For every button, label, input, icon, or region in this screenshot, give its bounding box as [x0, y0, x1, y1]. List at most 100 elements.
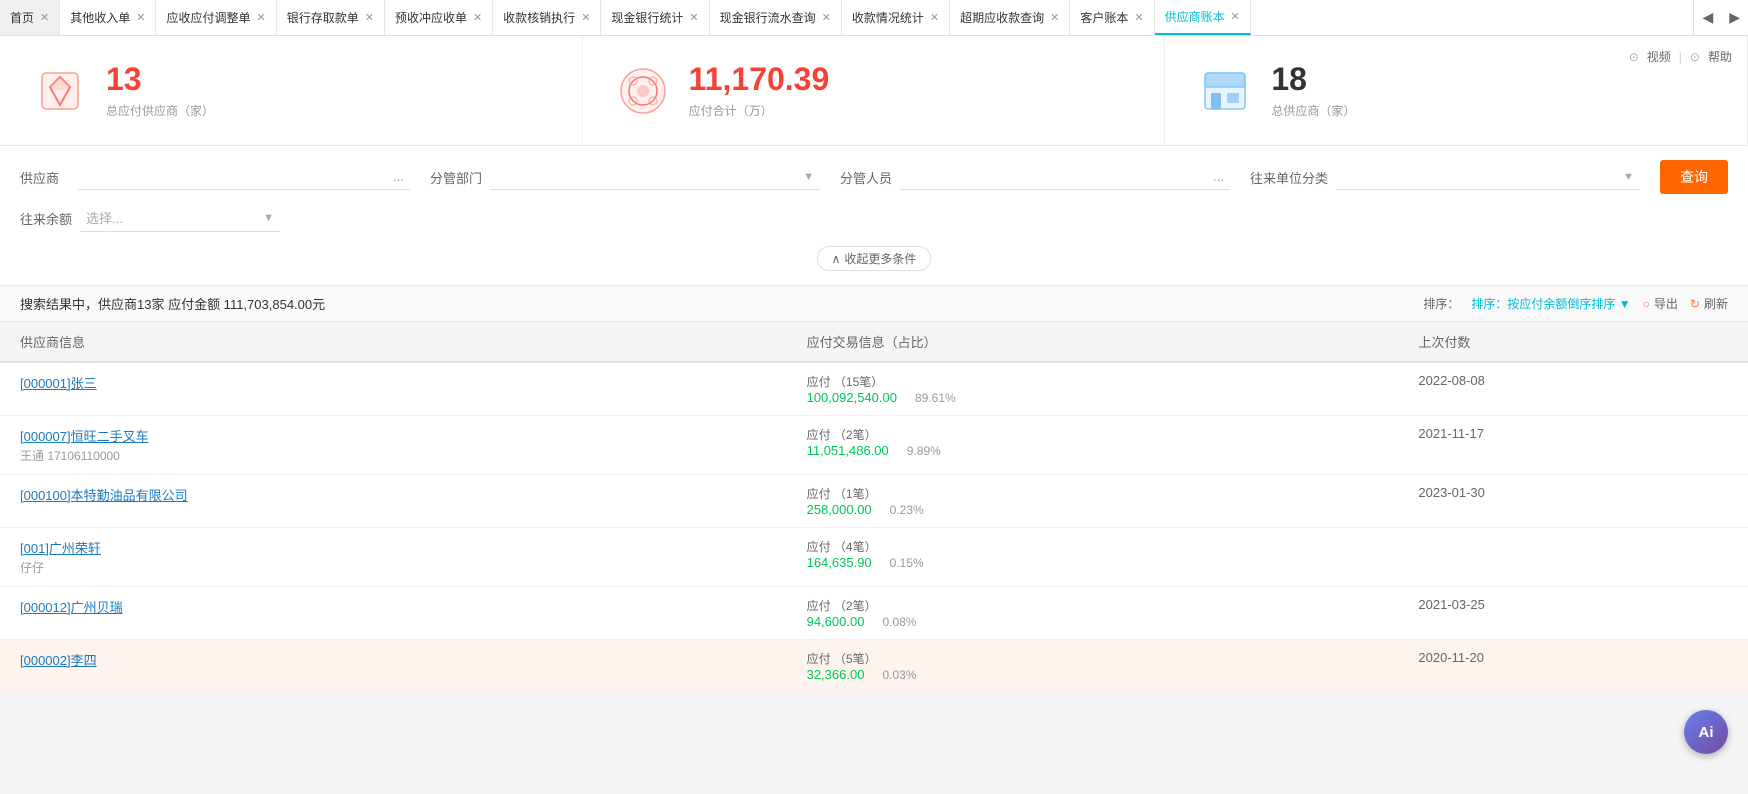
- nav-other-income-close[interactable]: ✕: [136, 11, 145, 24]
- nav-receipt-exec-close[interactable]: ✕: [581, 11, 590, 24]
- category-dropdown-icon: ▼: [1623, 171, 1634, 183]
- stat-payable-amount: 11,170.39 应付合计（万）: [583, 36, 1166, 145]
- nav-home[interactable]: 首页 ✕: [0, 0, 60, 35]
- supplier-link[interactable]: [000001]张三: [20, 376, 97, 391]
- nav-bank-deposit[interactable]: 银行存取款单 ✕: [277, 0, 385, 35]
- nav-arrow-left[interactable]: ◀: [1694, 0, 1721, 35]
- nav-bank-deposit-close[interactable]: ✕: [365, 11, 374, 24]
- nav-prepay-flush[interactable]: 预收冲应收单 ✕: [385, 0, 493, 35]
- nav-collection-stat[interactable]: 收款情况统计 ✕: [842, 0, 950, 35]
- nav-cash-bank-stat[interactable]: 现金银行统计 ✕: [601, 0, 709, 35]
- percent-value: 0.23%: [890, 503, 924, 517]
- search-row-2: 往来余额 选择... ▼: [20, 204, 1728, 232]
- supplier-field: 供应商 ...: [20, 164, 410, 190]
- sort-value[interactable]: 排序：按应付余额倒序排序 ▼: [1471, 295, 1630, 312]
- amount-value: 32,366.00: [807, 667, 865, 682]
- nav-home-close[interactable]: ✕: [40, 11, 49, 24]
- help-link[interactable]: 帮助: [1708, 48, 1732, 65]
- table-row: [000001]张三应付 （15笔）100,092,540.0089.61%20…: [0, 362, 1748, 416]
- nav-receipt-exec[interactable]: 收款核销执行 ✕: [493, 0, 601, 35]
- refresh-button[interactable]: ↻ 刷新: [1690, 295, 1728, 312]
- nav-cash-bank-flow[interactable]: 现金银行流水查询 ✕: [710, 0, 842, 35]
- collapse-button[interactable]: ∧ 收起更多条件: [817, 246, 932, 271]
- payable-label-row: 应付 （5笔）: [807, 650, 1379, 667]
- last-pay-date: 2021-03-25: [1418, 597, 1485, 612]
- last-pay-date: 2020-11-20: [1418, 650, 1484, 665]
- supplier-link[interactable]: [001]广州荣轩: [20, 541, 101, 556]
- nav-cash-bank-flow-close[interactable]: ✕: [822, 11, 831, 24]
- category-label: 往来单位分类: [1250, 168, 1328, 187]
- person-dots: ...: [1213, 169, 1224, 184]
- nav-scroll-arrows: ◀ ▶: [1693, 0, 1748, 35]
- nav-other-income[interactable]: 其他收入单 ✕: [60, 0, 156, 35]
- payable-info-cell: 应付 （1笔）258,000.000.23%: [787, 475, 1399, 528]
- payable-label-row: 应付 （15笔）: [807, 373, 1379, 390]
- percent-value: 0.08%: [882, 615, 916, 629]
- payable-label: 应付 （1笔）: [807, 487, 877, 501]
- stat-payable-amount-info: 11,170.39 应付合计（万）: [689, 62, 830, 118]
- payable-label-row: 应付 （2笔）: [807, 597, 1379, 614]
- percent-value: 0.03%: [882, 668, 916, 682]
- stat-payable-suppliers-label: 总应付供应商（家）: [106, 102, 214, 119]
- amount-row: 11,051,486.009.89%: [807, 443, 1379, 458]
- dept-select[interactable]: ▼: [490, 164, 820, 190]
- nav-cash-bank-stat-close[interactable]: ✕: [689, 11, 698, 24]
- export-button[interactable]: ○ 导出: [1643, 295, 1678, 312]
- nav-ar-ap-adjust[interactable]: 应收应付调整单 ✕: [156, 0, 276, 35]
- video-link[interactable]: 视频: [1647, 48, 1671, 65]
- th-payable-info: 应付交易信息（占比）: [787, 322, 1399, 362]
- supplier-link[interactable]: [000100]本特勤油品有限公司: [20, 488, 188, 503]
- nav-prepay-flush-close[interactable]: ✕: [473, 11, 482, 24]
- query-button[interactable]: 查询: [1660, 160, 1728, 194]
- collapse-up-icon: ∧: [832, 252, 841, 266]
- supplier-table: 供应商信息 应付交易信息（占比） 上次付数 [000001]张三应付 （15笔）…: [0, 322, 1748, 693]
- amount-value: 100,092,540.00: [807, 390, 897, 405]
- sort-down-icon: ▼: [1619, 297, 1631, 311]
- nav-overdue-query[interactable]: 超期应收款查询 ✕: [950, 0, 1070, 35]
- supplier-link[interactable]: [000007]恒旺二手叉车: [20, 429, 149, 444]
- balance-placeholder: 选择...: [86, 208, 123, 227]
- percent-value: 0.15%: [890, 556, 924, 570]
- nav-overdue-query-close[interactable]: ✕: [1050, 11, 1059, 24]
- last-pay-date: 2021-11-17: [1418, 426, 1484, 441]
- nav-customer-ledger-close[interactable]: ✕: [1134, 11, 1143, 24]
- person-label: 分管人员: [840, 168, 892, 187]
- supplier-sub-text: 仔仔: [20, 559, 767, 576]
- amount-row: 164,635.900.15%: [807, 555, 1379, 570]
- payable-label: 应付 （4笔）: [807, 540, 877, 554]
- person-input[interactable]: ...: [900, 164, 1230, 190]
- balance-select[interactable]: 选择... ▼: [80, 204, 280, 232]
- ai-button[interactable]: Ai: [1684, 710, 1728, 754]
- table-container: 供应商信息 应付交易信息（占比） 上次付数 [000001]张三应付 （15笔）…: [0, 322, 1748, 693]
- payable-label-row: 应付 （1笔）: [807, 485, 1379, 502]
- category-select[interactable]: ▼: [1336, 164, 1640, 190]
- sort-label: 排序：: [1423, 295, 1459, 312]
- nav-customer-ledger[interactable]: 客户账本 ✕: [1070, 0, 1154, 35]
- last-pay-date-cell: 2021-03-25: [1398, 587, 1748, 640]
- amount-row: 94,600.000.08%: [807, 614, 1379, 629]
- payable-label: 应付 （2笔）: [807, 599, 877, 613]
- stat-total-suppliers-number: 18: [1271, 62, 1355, 97]
- last-pay-date-cell: 2021-11-17: [1398, 416, 1748, 475]
- export-icon: ○: [1643, 297, 1650, 311]
- payable-info-cell: 应付 （15笔）100,092,540.0089.61%: [787, 362, 1399, 416]
- payable-label-row: 应付 （4笔）: [807, 538, 1379, 555]
- refresh-icon: ↻: [1690, 297, 1700, 311]
- nav-ar-ap-adjust-close[interactable]: ✕: [256, 11, 265, 24]
- nav-arrow-right[interactable]: ▶: [1721, 0, 1748, 35]
- nav-supplier-ledger-close[interactable]: ✕: [1231, 10, 1240, 23]
- supplier-link[interactable]: [000012]广州贝瑞: [20, 600, 123, 615]
- stat-payable-suppliers-info: 13 总应付供应商（家）: [106, 62, 214, 118]
- nav-collection-stat-close[interactable]: ✕: [930, 11, 939, 24]
- collapse-row: ∧ 收起更多条件: [20, 242, 1728, 275]
- category-field: 往来单位分类 ▼: [1250, 164, 1640, 190]
- supplier-info-cell: [000007]恒旺二手叉车王通 17106110000: [0, 416, 787, 475]
- supplier-link[interactable]: [000002]李四: [20, 653, 97, 668]
- stats-bar: 13 总应付供应商（家） 11,170.39 应付合计（万）: [0, 36, 1748, 146]
- supplier-input[interactable]: ...: [78, 164, 410, 190]
- payable-info-cell: 应付 （4笔）164,635.900.15%: [787, 528, 1399, 587]
- shop-icon: [1195, 61, 1255, 121]
- amount-value: 11,051,486.00: [807, 443, 889, 458]
- nav-supplier-ledger[interactable]: 供应商账本 ✕: [1155, 0, 1251, 35]
- payable-label: 应付 （5笔）: [807, 652, 877, 666]
